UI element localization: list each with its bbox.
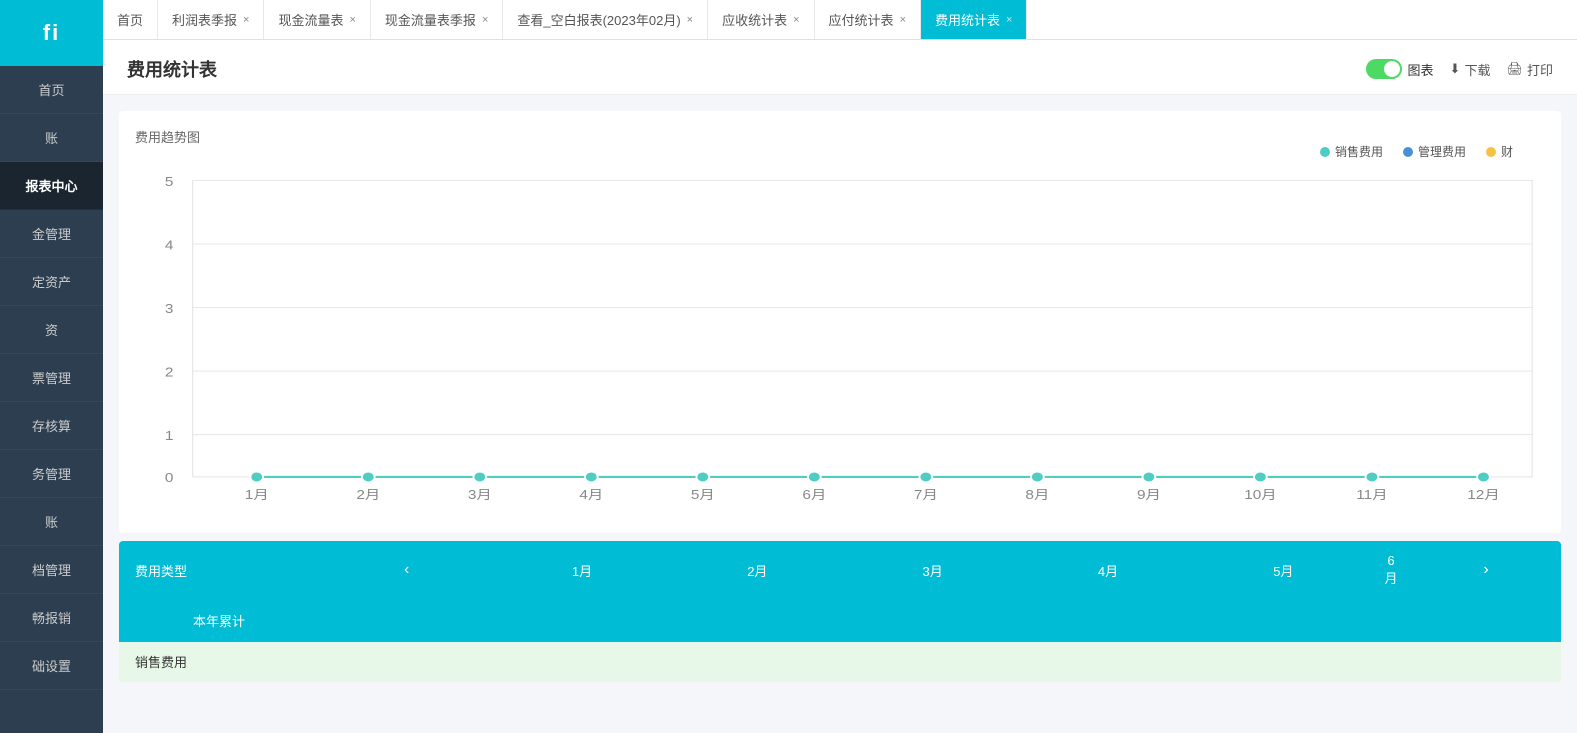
trend-chart: 5 4 3 2 1 0 1月 2月 3月 4月 5月 xyxy=(135,154,1545,514)
td-empty-nav xyxy=(1371,642,1411,681)
legend-finance-label: 财 xyxy=(1501,143,1513,160)
sidebar-logo: fi xyxy=(0,0,103,66)
main-area: 首页 利润表季报 × 现金流量表 × 现金流量表季报 × 查看_空白报表(202… xyxy=(103,0,1577,733)
svg-text:10月: 10月 xyxy=(1244,487,1276,501)
legend-admin-dot xyxy=(1403,147,1413,157)
td-empty-4 xyxy=(845,642,1020,681)
tab-cashflow-quarterly[interactable]: 现金流量表季报 × xyxy=(371,0,503,39)
sidebar-item-inventory[interactable]: 存核算 xyxy=(0,402,103,450)
svg-text:4: 4 xyxy=(165,238,174,252)
sidebar-item-invoice[interactable]: 票管理 xyxy=(0,354,103,402)
svg-text:8月: 8月 xyxy=(1025,487,1049,501)
svg-text:12月: 12月 xyxy=(1467,487,1499,501)
sidebar-item-capital[interactable]: 资 xyxy=(0,306,103,354)
td-empty-1 xyxy=(319,642,494,681)
page-title: 费用统计表 xyxy=(127,56,217,82)
close-tab-receivable[interactable]: × xyxy=(793,14,799,26)
tab-expense-stats[interactable]: 费用统计表 × xyxy=(921,0,1027,39)
expense-table: 费用类型 ‹ 1月 2月 3月 4月 5月 6月 › 本年累计 销售费用 xyxy=(119,541,1561,682)
td-empty-ytd xyxy=(1411,642,1561,681)
td-empty-6 xyxy=(1196,642,1371,681)
sidebar-item-assets[interactable]: 定资产 xyxy=(0,258,103,306)
close-tab-blank-report[interactable]: × xyxy=(687,14,693,26)
tab-cashflow[interactable]: 现金流量表 × xyxy=(264,0,370,39)
legend-sales-label: 销售费用 xyxy=(1335,143,1383,160)
download-button[interactable]: ⬇ 下载 xyxy=(1450,60,1491,79)
sidebar-item-finance[interactable]: 金管理 xyxy=(0,210,103,258)
td-empty-3 xyxy=(670,642,845,681)
sidebar-item-account[interactable]: 账 xyxy=(0,114,103,162)
svg-text:7月: 7月 xyxy=(914,487,938,501)
svg-text:2: 2 xyxy=(165,365,174,379)
header-actions: 图表 ⬇ 下载 🖨 打印 xyxy=(1366,59,1553,79)
close-tab-cashflow[interactable]: × xyxy=(349,14,355,26)
svg-text:1: 1 xyxy=(165,428,174,442)
th-ytd: 本年累计 xyxy=(119,599,319,642)
svg-text:9月: 9月 xyxy=(1137,487,1161,501)
tab-receivable[interactable]: 应收统计表 × xyxy=(708,0,814,39)
sidebar-item-home[interactable]: 首页 xyxy=(0,66,103,114)
tab-home[interactable]: 首页 xyxy=(103,0,158,39)
prev-months-button[interactable]: ‹ xyxy=(319,541,494,599)
th-type: 费用类型 xyxy=(119,541,319,599)
chart-toggle-label: 图表 xyxy=(1408,60,1434,79)
sidebar-item-archive[interactable]: 档管理 xyxy=(0,546,103,594)
svg-text:6月: 6月 xyxy=(802,487,826,501)
next-months-button[interactable]: › xyxy=(1411,541,1561,599)
close-tab-cashflow-quarterly[interactable]: × xyxy=(482,14,488,26)
content-area: 费用统计表 图表 ⬇ 下载 🖨 打印 费用趋势图 xyxy=(103,40,1577,733)
close-tab-payable[interactable]: × xyxy=(900,14,906,26)
legend-admin-label: 管理费用 xyxy=(1418,143,1466,160)
tab-blank-report[interactable]: 查看_空白报表(2023年02月) × xyxy=(503,0,708,39)
page-header: 费用统计表 图表 ⬇ 下载 🖨 打印 xyxy=(103,40,1577,95)
sidebar: fi 首页 账 报表中心 金管理 定资产 资 票管理 存核算 务管理 账 档管理… xyxy=(0,0,103,733)
th-month-3: 3月 xyxy=(845,541,1020,599)
sidebar-item-expense[interactable]: 畅报销 xyxy=(0,594,103,642)
table-body: 销售费用 xyxy=(119,642,1561,682)
chart-legend: 销售费用 管理费用 财 xyxy=(1320,143,1513,160)
svg-text:2月: 2月 xyxy=(356,487,380,501)
print-button[interactable]: 🖨 打印 xyxy=(1506,60,1553,79)
tab-payable[interactable]: 应付统计表 × xyxy=(815,0,921,39)
sidebar-item-ledger[interactable]: 账 xyxy=(0,498,103,546)
chart-toggle[interactable] xyxy=(1366,59,1402,79)
svg-text:0: 0 xyxy=(165,471,174,485)
chart-toggle-wrap: 图表 xyxy=(1366,59,1434,79)
close-tab-expense-stats[interactable]: × xyxy=(1006,14,1012,26)
tab-profit-quarterly[interactable]: 利润表季报 × xyxy=(158,0,264,39)
th-month-1: 1月 xyxy=(494,541,669,599)
th-month-5: 5月 xyxy=(1196,541,1371,599)
legend-sales: 销售费用 xyxy=(1320,143,1383,160)
tab-bar: 首页 利润表季报 × 现金流量表 × 现金流量表季报 × 查看_空白报表(202… xyxy=(103,0,1577,40)
sidebar-item-settings[interactable]: 础设置 xyxy=(0,642,103,690)
svg-text:3月: 3月 xyxy=(468,487,492,501)
td-empty-5 xyxy=(1020,642,1195,681)
th-month-6: 6月 xyxy=(1371,541,1411,599)
svg-text:11月: 11月 xyxy=(1356,487,1387,501)
download-icon: ⬇ xyxy=(1450,61,1461,77)
sidebar-item-reports[interactable]: 报表中心 xyxy=(0,162,103,210)
legend-admin: 管理费用 xyxy=(1403,143,1466,160)
table-header: 费用类型 ‹ 1月 2月 3月 4月 5月 6月 › 本年累计 xyxy=(119,541,1561,642)
legend-finance-dot xyxy=(1486,147,1496,157)
svg-text:1月: 1月 xyxy=(245,487,269,501)
table-row: 销售费用 xyxy=(119,642,1561,682)
svg-text:3: 3 xyxy=(165,301,174,315)
print-icon: 🖨 xyxy=(1506,61,1523,77)
th-month-4: 4月 xyxy=(1020,541,1195,599)
svg-text:4月: 4月 xyxy=(579,487,603,501)
close-tab-profit-quarterly[interactable]: × xyxy=(243,14,249,26)
td-type-sales: 销售费用 xyxy=(119,642,319,681)
svg-text:5月: 5月 xyxy=(691,487,715,501)
chart-container: 费用趋势图 销售费用 管理费用 财 xyxy=(119,111,1561,533)
svg-text:5: 5 xyxy=(165,174,174,188)
th-month-2: 2月 xyxy=(670,541,845,599)
sidebar-item-service[interactable]: 务管理 xyxy=(0,450,103,498)
legend-sales-dot xyxy=(1320,147,1330,157)
legend-finance: 财 xyxy=(1486,143,1513,160)
td-empty-2 xyxy=(494,642,669,681)
